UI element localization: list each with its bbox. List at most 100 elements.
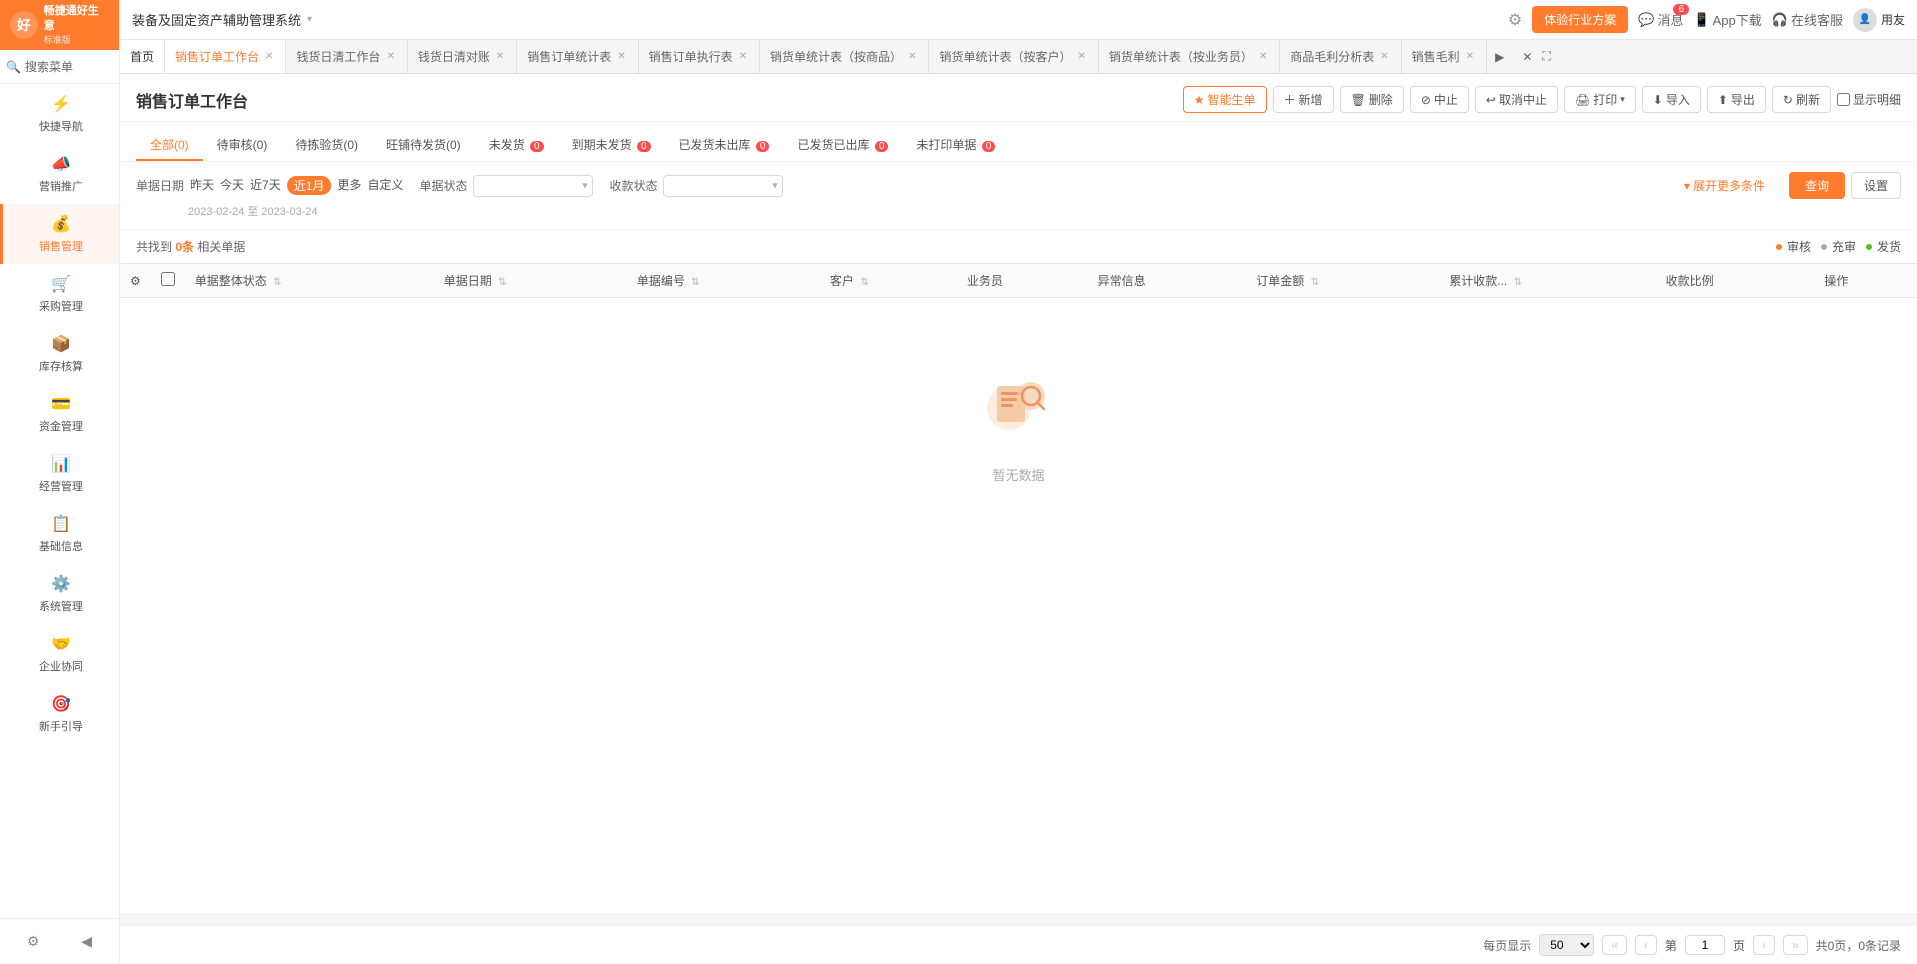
stop-btn[interactable]: ⊘ 中止 <box>1410 86 1469 113</box>
sidebar-item-newbie[interactable]: 🎯 新手引导 <box>0 684 119 744</box>
audit-action-btn[interactable]: 审核 <box>1776 238 1811 255</box>
col-settings[interactable]: ⚙ <box>120 264 151 298</box>
sidebar-item-inventory[interactable]: 📦 库存核算 <box>0 324 119 384</box>
status-select[interactable] <box>473 175 593 197</box>
col-no-sort[interactable]: ⇅ <box>691 277 699 288</box>
date-yesterday[interactable]: 昨天 <box>190 176 214 195</box>
tab-gross-margin-close[interactable]: ✕ <box>1378 50 1390 63</box>
next-page-btn[interactable]: › <box>1753 935 1775 955</box>
tab-sales-order-close[interactable]: ✕ <box>263 50 275 63</box>
tab-customer-stat[interactable]: 销货单统计表（按客户） ✕ <box>929 40 1098 74</box>
tab-sales-stat[interactable]: 销售订单统计表 ✕ <box>517 40 638 74</box>
sub-tab-pending-check[interactable]: 待拣验货(0) <box>281 130 372 161</box>
show-detail-checkbox[interactable] <box>1837 93 1850 106</box>
page-input[interactable] <box>1685 935 1725 955</box>
tab-gross-margin[interactable]: 商品毛利分析表 ✕ <box>1280 40 1401 74</box>
sub-tab-unshipped[interactable]: 未发货 0 <box>475 130 558 161</box>
sidebar-item-sales[interactable]: 💰 销售管理 <box>0 204 119 264</box>
sidebar-item-label: 资金管理 <box>39 418 83 434</box>
smart-generate-btn[interactable]: ★ 智能生单 <box>1183 86 1267 113</box>
col-amount-sort[interactable]: ⇅ <box>1311 277 1319 288</box>
prev-page-btn[interactable]: ‹ <box>1635 935 1657 955</box>
sidebar-search[interactable]: 🔍 搜索菜单 <box>0 50 119 84</box>
tab-sales-stat-close[interactable]: ✕ <box>615 50 627 63</box>
collapse-sidebar-btn[interactable]: ◀ <box>77 929 96 954</box>
tab-close-all-btn[interactable]: ✕ <box>1518 48 1536 66</box>
industry-btn[interactable]: 体验行业方案 <box>1532 6 1628 33</box>
select-all-checkbox[interactable] <box>161 272 175 286</box>
date-7days[interactable]: 近7天 <box>250 176 281 195</box>
date-1month[interactable]: 近1月 <box>287 176 332 195</box>
date-more[interactable]: 更多 <box>337 176 361 195</box>
sidebar-item-basic-info[interactable]: 📋 基础信息 <box>0 504 119 564</box>
tab-daily-cash[interactable]: 钱货日清工作台 ✕ <box>286 40 407 74</box>
sub-tab-shipped-out-label: 已发货已出库 <box>797 138 869 152</box>
sidebar-item-enterprise[interactable]: 🤝 企业协同 <box>0 624 119 684</box>
col-settings-icon[interactable]: ⚙ <box>130 274 141 288</box>
table-quick-actions: 审核 充审 发货 <box>1776 238 1901 255</box>
page-size-select[interactable]: 10 20 50 100 <box>1539 934 1594 956</box>
topbar-settings-icon[interactable]: ⚙ <box>1508 10 1522 30</box>
sub-tab-unprinted[interactable]: 未打印单据 0 <box>902 130 1009 161</box>
tab-daily-cash-close[interactable]: ✕ <box>384 50 396 63</box>
message-btn[interactable]: 💬 消息 6 <box>1638 10 1683 29</box>
export-btn[interactable]: ⬆ 导出 <box>1707 86 1766 113</box>
import-btn[interactable]: ⬇ 导入 <box>1642 86 1701 113</box>
tab-home[interactable]: 首页 <box>120 40 165 74</box>
last-page-btn[interactable]: » <box>1783 935 1808 955</box>
tab-reconcile-close[interactable]: ✕ <box>494 50 506 63</box>
sidebar-item-label: 销售管理 <box>39 238 83 254</box>
delete-btn[interactable]: 🗑 删除 <box>1340 86 1404 113</box>
horizontal-scrollbar[interactable] <box>120 913 1917 925</box>
tabs-more-btn[interactable]: ▶ <box>1487 50 1512 64</box>
tab-sales-margin-close[interactable]: ✕ <box>1464 50 1476 63</box>
print-btn[interactable]: 🖨 打印 ▾ <box>1564 86 1636 113</box>
settings-footer-btn[interactable]: ⚙ <box>23 929 44 954</box>
sub-tab-overdue[interactable]: 到期未发货 0 <box>558 130 665 161</box>
tab-fullscreen-btn[interactable]: ⛶ <box>1538 47 1554 66</box>
date-custom[interactable]: 自定义 <box>367 176 403 195</box>
sidebar-item-marketing[interactable]: 📣 营销推广 <box>0 144 119 204</box>
sidebar-item-operations[interactable]: 📊 经营管理 <box>0 444 119 504</box>
anti-audit-action-btn[interactable]: 充审 <box>1821 238 1856 255</box>
query-btn[interactable]: 查询 <box>1789 172 1845 199</box>
tab-staff-stat-close[interactable]: ✕ <box>1257 50 1269 63</box>
sidebar-item-purchase[interactable]: 🛒 采购管理 <box>0 264 119 324</box>
show-detail-toggle[interactable]: 显示明细 <box>1837 91 1901 108</box>
expand-filter-btn[interactable]: ▾ 展开更多条件 <box>1684 177 1765 194</box>
filter-settings-btn[interactable]: 设置 <box>1851 172 1901 199</box>
col-date-sort[interactable]: ⇅ <box>498 277 506 288</box>
sub-tab-wangpu[interactable]: 旺铺待发货(0) <box>372 130 475 161</box>
unprinted-badge: 0 <box>982 141 996 152</box>
ship-action-btn[interactable]: 发货 <box>1866 238 1901 255</box>
tab-sales-exec-close[interactable]: ✕ <box>737 50 749 63</box>
tab-staff-stat[interactable]: 销货单统计表（按业务员） ✕ <box>1099 40 1280 74</box>
first-page-btn[interactable]: « <box>1602 935 1627 955</box>
tab-customer-stat-close[interactable]: ✕ <box>1075 50 1087 63</box>
app-download-btn[interactable]: 📱 App下载 <box>1693 10 1761 29</box>
col-status-sort[interactable]: ⇅ <box>273 277 281 288</box>
refresh-btn[interactable]: ↻ 刷新 <box>1772 86 1831 113</box>
sidebar-item-system[interactable]: ⚙️ 系统管理 <box>0 564 119 624</box>
sub-tab-pending-audit[interactable]: 待审核(0) <box>203 130 282 161</box>
col-check[interactable] <box>151 264 185 298</box>
tab-goods-stat-close[interactable]: ✕ <box>906 50 918 63</box>
sidebar-item-quick-nav[interactable]: ⚡ 快捷导航 <box>0 84 119 144</box>
user-menu[interactable]: 👤 用友 <box>1853 8 1905 32</box>
tab-sales-margin[interactable]: 销售毛利 ✕ <box>1402 40 1487 74</box>
tab-goods-stat[interactable]: 销货单统计表（按商品） ✕ <box>760 40 929 74</box>
tab-sales-order[interactable]: 销售订单工作台 ✕ <box>165 40 286 74</box>
add-btn[interactable]: ＋ 新增 <box>1273 86 1334 113</box>
payment-select[interactable] <box>663 175 783 197</box>
sub-tab-all[interactable]: 全部(0) <box>136 130 203 161</box>
sidebar-item-finance[interactable]: 💳 资金管理 <box>0 384 119 444</box>
sub-tab-shipped-out[interactable]: 已发货已出库 0 <box>783 130 902 161</box>
tab-reconcile[interactable]: 钱货日清对账 ✕ <box>408 40 517 74</box>
online-service-btn[interactable]: 🎧 在线客服 <box>1772 10 1843 29</box>
date-today[interactable]: 今天 <box>220 176 244 195</box>
sub-tab-shipped-not-out[interactable]: 已发货未出库 0 <box>665 130 784 161</box>
cancel-stop-btn[interactable]: ↩ 取消中止 <box>1475 86 1558 113</box>
col-customer-sort[interactable]: ⇅ <box>860 277 868 288</box>
tab-sales-exec[interactable]: 销售订单执行表 ✕ <box>639 40 760 74</box>
col-collected-sort[interactable]: ⇅ <box>1514 277 1522 288</box>
